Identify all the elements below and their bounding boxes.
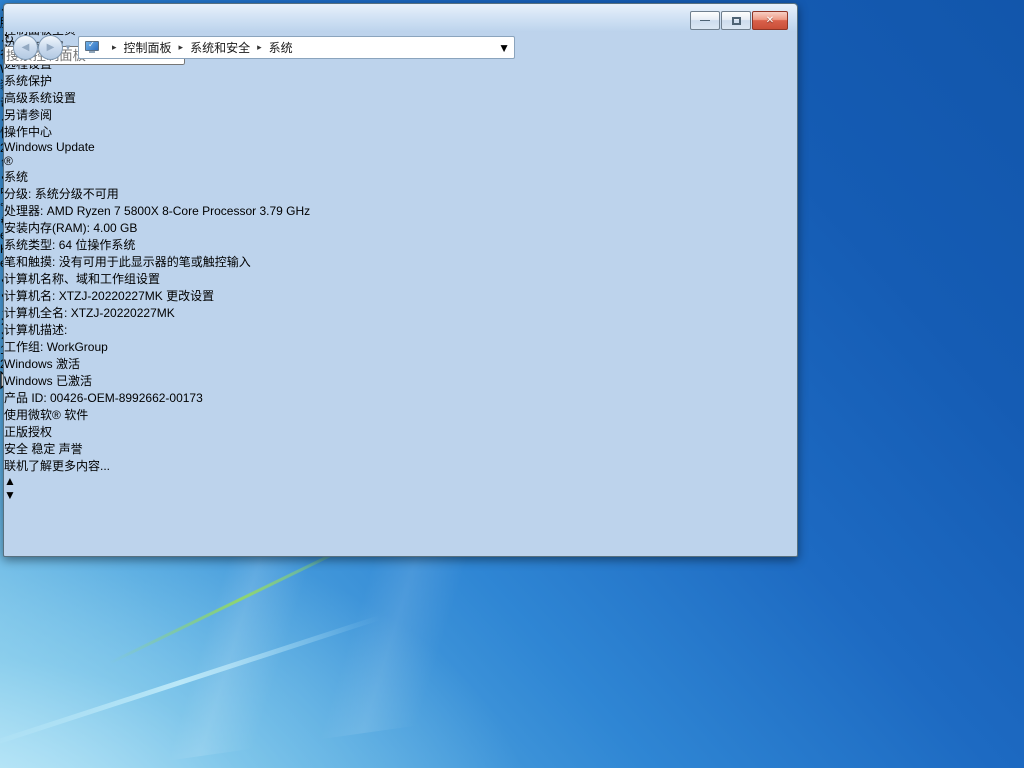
row-rating: 分级: 系统分级不可用: [4, 185, 797, 202]
row-product-id: 产品 ID: 00426-OEM-8992662-00173: [4, 389, 797, 406]
system-page-content: ® 系统 分级: 系统分级不可用 处理器: AMD Ryzen 7 5800X …: [4, 154, 797, 474]
address-bar[interactable]: ▸ 控制面板 ▸ 系统和安全 ▸ 系统 ▼: [78, 36, 515, 59]
row-workgroup: 工作组: WorkGroup: [4, 338, 797, 355]
wallpaper-streak: [0, 615, 380, 750]
row-computer-name: 计算机名: XTZJ-20220227MK 更改设置: [4, 287, 797, 304]
see-also-header: 另请参阅: [4, 106, 797, 123]
minimize-button[interactable]: —: [690, 11, 720, 30]
learn-more-online-link[interactable]: 联机了解更多内容...: [4, 457, 797, 474]
row-processor: 处理器: AMD Ryzen 7 5800X 8-Core Processor …: [4, 202, 797, 219]
breadcrumb-arrow-icon: ▸: [179, 42, 184, 53]
minimize-icon: —: [700, 15, 710, 26]
chevron-down-icon: ▼: [64, 43, 72, 52]
row-system-type: 系统类型: 64 位操作系统: [4, 236, 797, 253]
forward-button[interactable]: ▶: [38, 35, 63, 60]
back-icon: ◀: [22, 42, 30, 53]
scroll-up-icon: ▲: [4, 474, 16, 488]
window-body: 控制面板主页 设备管理器 远程设置 系统保护 高级系统设置 另请参阅 操作中心 …: [4, 21, 797, 502]
navigation-bar: ◀ ▶ ▼ ▸ 控制面板 ▸ 系统和安全 ▸ 系统 ▼ ↻: [4, 32, 797, 63]
system-properties-window: — ✕ ◀ ▶ ▼ ▸ 控制面板 ▸ 系统和安全 ▸ 系统 ▼ ↻: [3, 3, 798, 557]
maximize-icon: [732, 17, 741, 25]
genuine-software-badge[interactable]: 使用微软® 软件 正版授权 安全 稳定 声誉: [4, 406, 797, 457]
close-button[interactable]: ✕: [752, 11, 788, 30]
section-header-activation: Windows 激活: [4, 355, 797, 372]
close-icon: ✕: [766, 15, 774, 26]
breadcrumb-system[interactable]: 系统: [269, 39, 293, 56]
forward-icon: ▶: [47, 42, 55, 53]
maximize-button[interactable]: [721, 11, 751, 30]
title-bar[interactable]: — ✕: [4, 4, 797, 32]
row-pen-touch: 笔和触摸: 没有可用于此显示器的笔或触控输入: [4, 253, 797, 270]
section-header-system: 系统: [4, 168, 797, 185]
cpu-speed: 3.79 GHz: [259, 204, 310, 218]
address-dropdown[interactable]: ▼: [498, 41, 510, 55]
back-button[interactable]: ◀: [13, 35, 38, 60]
scroll-down-button[interactable]: ▼: [4, 488, 797, 502]
change-settings-link[interactable]: 更改设置: [166, 289, 214, 303]
sidebar-item-action-center[interactable]: 操作中心: [4, 123, 797, 140]
breadcrumb-arrow-icon: ▸: [112, 42, 117, 53]
row-activation-status: Windows 已激活: [4, 372, 797, 389]
row-ram: 安装内存(RAM): 4.00 GB: [4, 219, 797, 236]
scroll-up-button[interactable]: ▲: [4, 474, 797, 488]
system-icon: [85, 41, 101, 54]
breadcrumb-arrow-icon: ▸: [257, 42, 262, 53]
scroll-down-icon: ▼: [4, 488, 16, 502]
breadcrumb-system-security[interactable]: 系统和安全: [190, 39, 250, 56]
sidebar-item-system-protection[interactable]: 系统保护: [4, 72, 797, 89]
row-computer-description: 计算机描述:: [4, 321, 797, 338]
registered-mark: ®: [4, 154, 13, 168]
section-header-computer-name: 计算机名称、域和工作组设置: [4, 270, 797, 287]
vertical-scrollbar[interactable]: ▲ ▼: [4, 474, 797, 502]
sidebar-item-advanced-settings[interactable]: 高级系统设置: [4, 89, 797, 106]
rating-unavailable-link[interactable]: 系统分级不可用: [35, 187, 119, 201]
breadcrumb-control-panel[interactable]: 控制面板: [124, 39, 172, 56]
sidebar-item-windows-update[interactable]: Windows Update: [4, 140, 797, 154]
row-computer-fullname: 计算机全名: XTZJ-20220227MK: [4, 304, 797, 321]
recent-pages-dropdown[interactable]: ▼: [64, 43, 72, 52]
desktop-wallpaper: ↗ 腾讯QQ ↗ 谷歌浏览器 W 装机后必读(双击打开) ↗ 恒星播放器 —: [0, 0, 1024, 768]
